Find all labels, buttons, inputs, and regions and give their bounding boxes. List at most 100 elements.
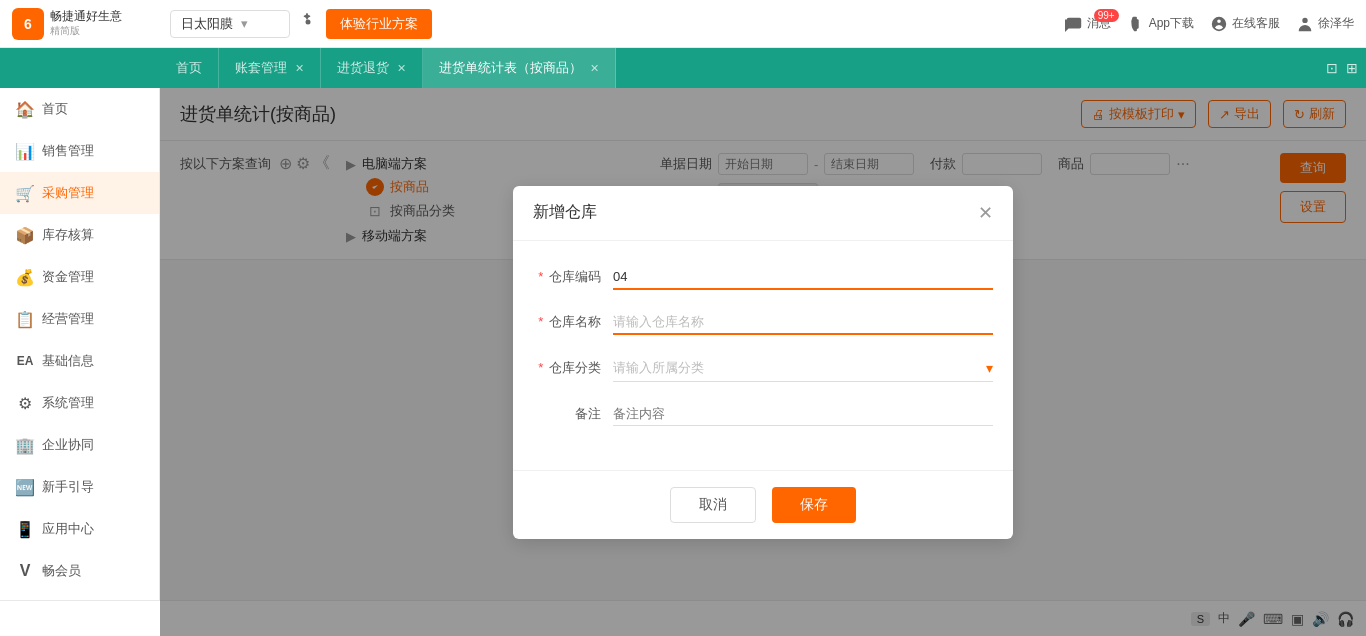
store-selector[interactable]: 日太阳膜 ▾ [170, 10, 290, 38]
category-chevron-icon: ▾ [986, 360, 993, 376]
warehouse-note-input[interactable] [613, 402, 993, 426]
sidebar-item-home[interactable]: 🏠 首页 [0, 88, 159, 130]
user-icon [1296, 15, 1314, 33]
sidebar-item-inventory[interactable]: 📦 库存核算 [0, 214, 159, 256]
sidebar-item-sales-label: 销售管理 [42, 142, 94, 160]
tab-expand-icon[interactable]: ⊞ [1346, 60, 1358, 76]
business-icon: 📋 [16, 310, 34, 328]
inventory-icon: 📦 [16, 226, 34, 244]
tab-purchase-return-label: 进货退货 [337, 59, 389, 77]
sidebar-item-business[interactable]: 📋 经营管理 [0, 298, 159, 340]
home-icon: 🏠 [16, 100, 34, 118]
warehouse-name-row: * 仓库名称 [533, 310, 993, 335]
messages-button[interactable]: 消息 99+ [1065, 15, 1111, 33]
sidebar-item-sales[interactable]: 📊 销售管理 [0, 130, 159, 172]
modal-header: 新增仓库 ✕ [513, 186, 1013, 241]
online-service-button[interactable]: 在线客服 [1210, 15, 1280, 33]
system-icon: ⚙ [16, 394, 34, 412]
user-name: 徐泽华 [1318, 15, 1354, 32]
sidebar: 🏠 首页 📊 销售管理 🛒 采购管理 📦 库存核算 💰 资金管理 📋 经营管理 … [0, 88, 160, 636]
finance-icon: 💰 [16, 268, 34, 286]
sidebar-item-vip-label: 畅会员 [42, 562, 81, 580]
modal-footer: 取消 保存 [513, 470, 1013, 539]
tab-prev-icon[interactable]: ⊡ [1326, 60, 1338, 76]
gear-button[interactable] [298, 12, 318, 35]
tab-purchase-return-close[interactable]: ✕ [397, 62, 406, 75]
category-placeholder: 请输入所属分类 [613, 359, 986, 377]
sidebar-item-home-label: 首页 [42, 100, 68, 118]
sidebar-item-finance-label: 资金管理 [42, 268, 94, 286]
warehouse-name-label: * 仓库名称 [533, 313, 613, 331]
tab-home-label: 首页 [176, 59, 202, 77]
sidebar-item-guide[interactable]: 🆕 新手引导 [0, 466, 159, 508]
app-download-button[interactable]: App下载 [1127, 15, 1194, 33]
tab-home[interactable]: 首页 [160, 48, 219, 88]
sidebar-item-system[interactable]: ⚙ 系统管理 [0, 382, 159, 424]
warehouse-note-row: 备注 [533, 402, 993, 426]
modal-close-button[interactable]: ✕ [978, 202, 993, 224]
warehouse-category-label: * 仓库分类 [533, 359, 613, 377]
tab-purchase-return[interactable]: 进货退货 ✕ [321, 48, 423, 88]
modal-overlay[interactable]: 新增仓库 ✕ * 仓库编码 * [160, 88, 1366, 636]
logo-sub: 精简版 [50, 24, 122, 38]
sidebar-item-app-center[interactable]: 📱 应用中心 [0, 508, 159, 550]
sales-icon: 📊 [16, 142, 34, 160]
tab-account[interactable]: 账套管理 ✕ [219, 48, 321, 88]
warehouse-category-row: * 仓库分类 请输入所属分类 ▾ [533, 355, 993, 382]
store-name: 日太阳膜 [181, 15, 233, 33]
tab-account-close[interactable]: ✕ [295, 62, 304, 75]
logo-icon: 6 [12, 8, 44, 40]
chevron-down-icon: ▾ [241, 16, 248, 31]
online-service-label: 在线客服 [1232, 15, 1280, 32]
basic-info-icon: EA [16, 352, 34, 370]
header-actions: 消息 99+ App下载 在线客服 徐泽华 [1065, 15, 1354, 33]
sidebar-item-basic-info[interactable]: EA 基础信息 [0, 340, 159, 382]
headset-icon [1210, 15, 1228, 33]
gear-icon [298, 12, 318, 32]
sidebar-item-purchase[interactable]: 🛒 采购管理 [0, 172, 159, 214]
sidebar-item-guide-label: 新手引导 [42, 478, 94, 496]
sidebar-item-purchase-label: 采购管理 [42, 184, 94, 202]
content-area: 进货单统计(按商品) 🖨 按模板打印 ▾ ↗ 导出 ↻ 刷新 按以下方案查询 [160, 88, 1366, 636]
sidebar-item-system-label: 系统管理 [42, 394, 94, 412]
sidebar-item-finance[interactable]: 💰 资金管理 [0, 256, 159, 298]
phone-icon [1127, 15, 1145, 33]
cancel-button[interactable]: 取消 [670, 487, 756, 523]
sidebar-item-enterprise[interactable]: 🏢 企业协同 [0, 424, 159, 466]
app-center-icon: 📱 [16, 520, 34, 538]
message-icon [1065, 15, 1083, 33]
guide-icon: 🆕 [16, 478, 34, 496]
tab-stats-close[interactable]: ✕ [590, 62, 599, 75]
warehouse-name-input[interactable] [613, 310, 993, 335]
purchase-icon: 🛒 [16, 184, 34, 202]
modal-body: * 仓库编码 * 仓库名称 [513, 241, 1013, 470]
top-header: 6 畅捷通好生意 精简版 日太阳膜 ▾ 体验行业方案 消息 99+ App [0, 0, 1366, 48]
modal-title: 新增仓库 [533, 202, 597, 223]
messages-badge: 99+ [1094, 9, 1119, 22]
sidebar-item-basic-info-label: 基础信息 [42, 352, 94, 370]
enterprise-icon: 🏢 [16, 436, 34, 454]
sidebar-item-enterprise-label: 企业协同 [42, 436, 94, 454]
app-download-label: App下载 [1149, 15, 1194, 32]
sidebar-item-inventory-label: 库存核算 [42, 226, 94, 244]
vip-icon: V [16, 562, 34, 580]
tab-controls: ⊡ ⊞ [1326, 60, 1366, 76]
tab-bar: 首页 账套管理 ✕ 进货退货 ✕ 进货单统计表（按商品） ✕ ⊡ ⊞ [0, 48, 1366, 88]
sidebar-item-business-label: 经营管理 [42, 310, 94, 328]
warehouse-note-label: 备注 [533, 405, 613, 423]
warehouse-code-row: * 仓库编码 [533, 265, 993, 290]
new-warehouse-modal: 新增仓库 ✕ * 仓库编码 * [513, 186, 1013, 539]
main-layout: 🏠 首页 📊 销售管理 🛒 采购管理 📦 库存核算 💰 资金管理 📋 经营管理 … [0, 88, 1366, 636]
user-avatar[interactable]: 徐泽华 [1296, 15, 1354, 33]
logo-text: 畅捷通好生意 [50, 9, 122, 25]
tab-stats[interactable]: 进货单统计表（按商品） ✕ [423, 48, 616, 88]
logo-area: 6 畅捷通好生意 精简版 [12, 8, 162, 40]
experience-button[interactable]: 体验行业方案 [326, 9, 432, 39]
sidebar-item-app-center-label: 应用中心 [42, 520, 94, 538]
warehouse-code-label: * 仓库编码 [533, 268, 613, 286]
sidebar-item-vip[interactable]: V 畅会员 [0, 550, 159, 592]
tab-stats-label: 进货单统计表（按商品） [439, 59, 582, 77]
save-button[interactable]: 保存 [772, 487, 856, 523]
warehouse-category-select[interactable]: 请输入所属分类 ▾ [613, 355, 993, 382]
warehouse-code-input[interactable] [613, 265, 993, 290]
